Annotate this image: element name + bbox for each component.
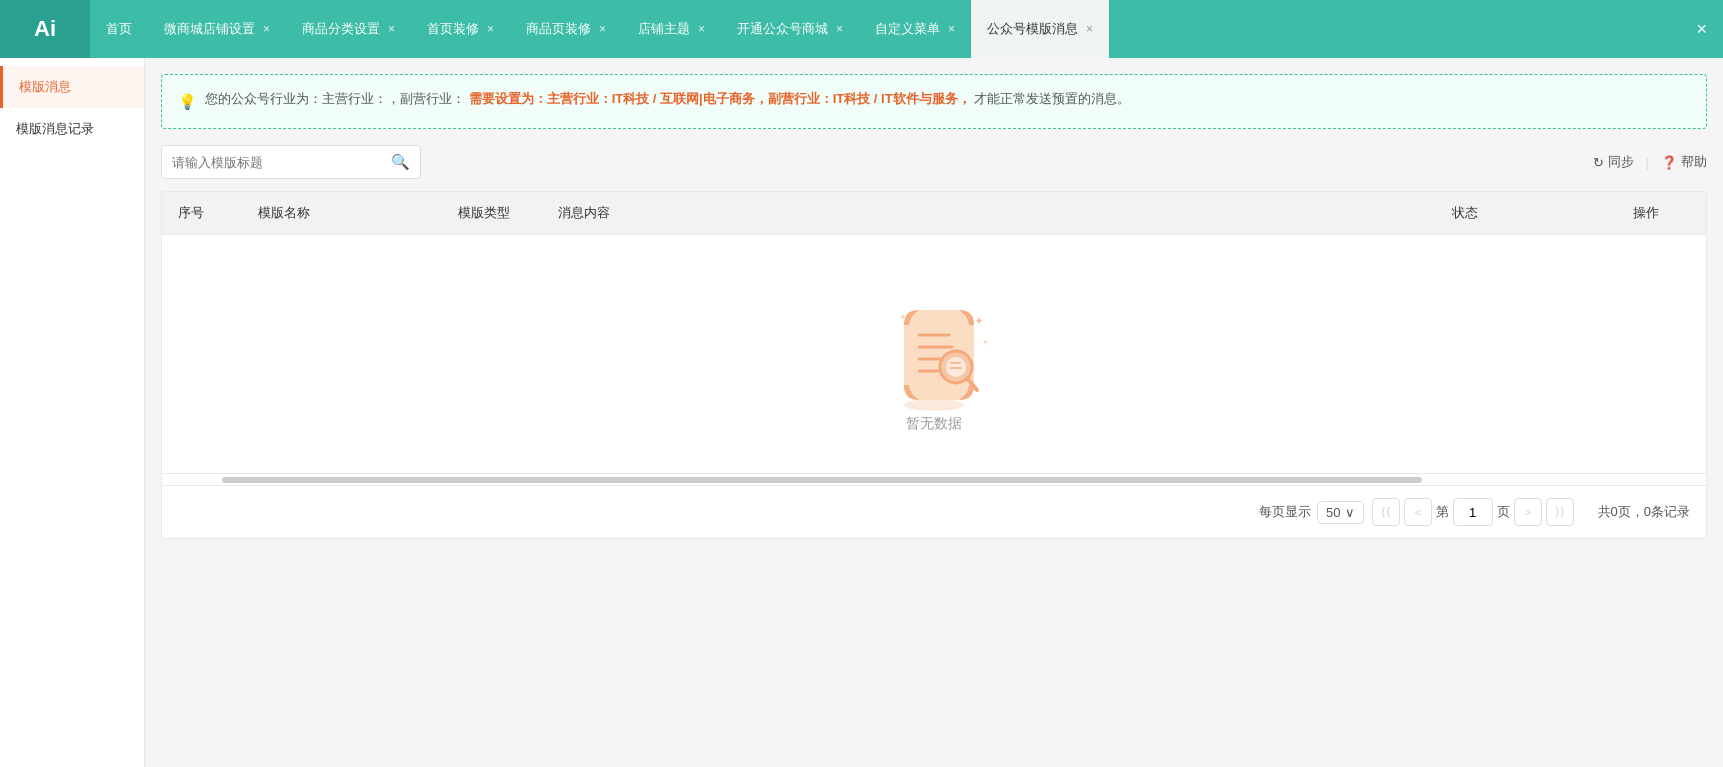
empty-state: ✦ ✦ ✦ 暂无数据 <box>162 235 1706 473</box>
close-tab-icon[interactable]: × <box>948 22 955 36</box>
empty-illustration: ✦ ✦ ✦ <box>874 295 994 415</box>
th-name: 模版名称 <box>242 192 442 234</box>
nav-tab-label: 公众号模版消息 <box>987 20 1078 38</box>
content-area: 💡 您的公众号行业为：主营行业：，副营行业： 需要设置为：主营行业：IT科技 /… <box>145 58 1723 767</box>
horizontal-scrollbar[interactable] <box>162 473 1706 485</box>
close-tab-icon[interactable]: × <box>599 22 606 36</box>
sync-icon: ↻ <box>1593 155 1604 170</box>
nav-tab-label: 微商城店铺设置 <box>164 20 255 38</box>
th-type: 模版类型 <box>442 192 542 234</box>
help-button[interactable]: ❓ 帮助 <box>1661 153 1707 171</box>
nav-tab-product-decor[interactable]: 商品页装修 × <box>510 0 622 58</box>
nav-tab-home[interactable]: 首页 <box>90 0 148 58</box>
nav-tab-label: 商品分类设置 <box>302 20 380 38</box>
nav-tab-label: 自定义菜单 <box>875 20 940 38</box>
close-tab-icon[interactable]: × <box>263 22 270 36</box>
close-all-tabs-button[interactable]: × <box>1680 19 1723 40</box>
toolbar-right: ↻ 同步 | ❓ 帮助 <box>1593 153 1707 171</box>
sync-button[interactable]: ↻ 同步 <box>1593 153 1634 171</box>
close-tab-icon[interactable]: × <box>1086 22 1093 36</box>
close-tab-icon[interactable]: × <box>388 22 395 36</box>
next-page-button[interactable]: ＞ <box>1514 498 1542 526</box>
nav-tab-label: 商品页装修 <box>526 20 591 38</box>
nav-tabs: 首页 微商城店铺设置 × 商品分类设置 × 首页装修 × 商品页装修 × 店铺主… <box>90 0 1680 58</box>
empty-text: 暂无数据 <box>906 415 962 433</box>
sidebar-item-template-msg-record[interactable]: 模版消息记录 <box>0 108 144 150</box>
scrollbar-thumb[interactable] <box>222 477 1422 483</box>
notice-text: 您的公众号行业为：主营行业：，副营行业： 需要设置为：主营行业：IT科技 / 互… <box>205 89 1130 110</box>
nav-tab-store-theme[interactable]: 店铺主题 × <box>622 0 721 58</box>
page-size-value: 50 <box>1326 505 1340 520</box>
th-status: 状态 <box>1436 192 1586 234</box>
chevron-down-icon: ∨ <box>1345 505 1355 520</box>
search-icon[interactable]: 🔍 <box>391 153 410 171</box>
total-info: 共0页，0条记录 <box>1598 503 1690 521</box>
page-input-wrap: 第 页 <box>1436 498 1510 526</box>
sidebar: 模版消息 模版消息记录 <box>0 58 145 767</box>
nav-tab-open-mall[interactable]: 开通公众号商城 × <box>721 0 859 58</box>
sidebar-item-label: 模版消息 <box>19 79 71 94</box>
page-di-label: 第 <box>1436 503 1449 521</box>
th-action: 操作 <box>1586 192 1706 234</box>
sidebar-item-template-msg[interactable]: 模版消息 <box>0 66 144 108</box>
nav-tab-custom-menu[interactable]: 自定义菜单 × <box>859 0 971 58</box>
nav-tab-label: 首页装修 <box>427 20 479 38</box>
svg-point-0 <box>904 399 964 411</box>
help-icon: ❓ <box>1661 155 1677 170</box>
page-size-select: 每页显示 50 ∨ <box>1259 501 1363 524</box>
sidebar-item-label: 模版消息记录 <box>16 121 94 136</box>
page-unit-label: 页 <box>1497 503 1510 521</box>
nav-tab-label: 店铺主题 <box>638 20 690 38</box>
close-tab-icon[interactable]: × <box>698 22 705 36</box>
divider: | <box>1646 155 1649 170</box>
th-content: 消息内容 <box>542 192 1436 234</box>
nav-tab-product-category[interactable]: 商品分类设置 × <box>286 0 411 58</box>
svg-text:✦: ✦ <box>974 314 984 328</box>
th-seq: 序号 <box>162 192 242 234</box>
close-tab-icon[interactable]: × <box>836 22 843 36</box>
nav-tab-label: 首页 <box>106 20 132 38</box>
notice-highlight: 需要设置为：主营行业：IT科技 / 互联网|电子商务，副营行业：IT科技 / I… <box>469 91 971 106</box>
page-size-dropdown[interactable]: 50 ∨ <box>1317 501 1363 524</box>
logo: Ai <box>0 0 90 58</box>
search-input-wrap: 🔍 <box>161 145 421 179</box>
nav-tab-template-msg[interactable]: 公众号模版消息 × <box>971 0 1109 58</box>
main-layout: 模版消息 模版消息记录 💡 您的公众号行业为：主营行业：，副营行业： 需要设置为… <box>0 58 1723 767</box>
table-header: 序号 模版名称 模版类型 消息内容 状态 操作 <box>162 192 1706 235</box>
nav-tab-home-decor[interactable]: 首页装修 × <box>411 0 510 58</box>
page-nav: ⟨⟨ ＜ 第 页 ＞ ⟩⟩ <box>1372 498 1574 526</box>
search-input[interactable] <box>172 155 391 170</box>
page-size-label: 每页显示 <box>1259 503 1311 521</box>
total-label: 共0页，0条记录 <box>1598 504 1690 519</box>
top-nav: Ai 首页 微商城店铺设置 × 商品分类设置 × 首页装修 × 商品页装修 × … <box>0 0 1723 58</box>
search-bar: 🔍 ↻ 同步 | ❓ 帮助 <box>161 145 1707 179</box>
notice-icon: 💡 <box>178 90 197 114</box>
svg-text:✦: ✦ <box>982 338 989 347</box>
data-table: 序号 模版名称 模版类型 消息内容 状态 操作 <box>161 191 1707 539</box>
prev-page-button[interactable]: ＜ <box>1404 498 1432 526</box>
nav-tab-store-settings[interactable]: 微商城店铺设置 × <box>148 0 286 58</box>
page-number-input[interactable] <box>1453 498 1493 526</box>
svg-text:✦: ✦ <box>899 312 907 322</box>
first-page-button[interactable]: ⟨⟨ <box>1372 498 1400 526</box>
nav-tab-label: 开通公众号商城 <box>737 20 828 38</box>
notice-box: 💡 您的公众号行业为：主营行业：，副营行业： 需要设置为：主营行业：IT科技 /… <box>161 74 1707 129</box>
pagination: 每页显示 50 ∨ ⟨⟨ ＜ 第 页 ＞ ⟩⟩ <box>162 485 1706 538</box>
last-page-button[interactable]: ⟩⟩ <box>1546 498 1574 526</box>
close-tab-icon[interactable]: × <box>487 22 494 36</box>
